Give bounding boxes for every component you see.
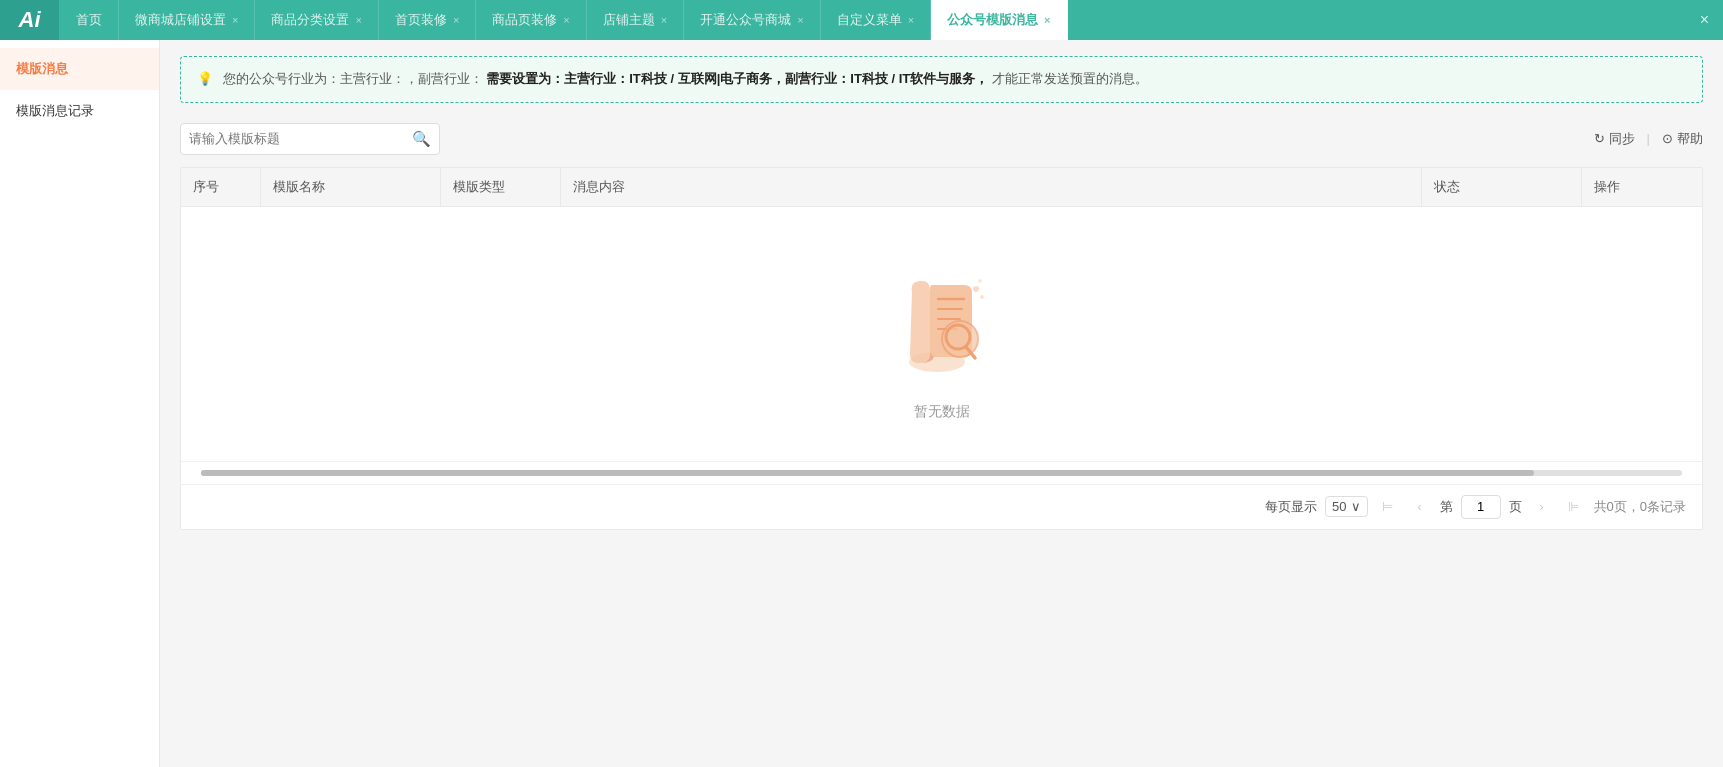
search-box[interactable]: 🔍 bbox=[180, 123, 440, 155]
toolbar-divider: | bbox=[1647, 131, 1650, 146]
scrollbar-track[interactable] bbox=[201, 470, 1682, 476]
content-area: 💡 您的公众号行业为：主营行业：，副营行业： 需要设置为：主营行业：IT科技 /… bbox=[160, 40, 1723, 767]
info-banner: 💡 您的公众号行业为：主营行业：，副营行业： 需要设置为：主营行业：IT科技 /… bbox=[180, 56, 1703, 103]
close-template-icon[interactable]: × bbox=[1044, 14, 1050, 26]
prev-page-button[interactable]: ‹ bbox=[1408, 495, 1432, 519]
toolbar-right: ↻ 同步 | ⊙ 帮助 bbox=[1594, 130, 1703, 148]
bulb-icon: 💡 bbox=[197, 71, 213, 86]
close-menu-icon[interactable]: × bbox=[908, 14, 914, 26]
nav-tab-mall[interactable]: 开通公众号商城 × bbox=[684, 0, 820, 40]
search-icon[interactable]: 🔍 bbox=[412, 130, 431, 148]
last-page-icon: ⊫ bbox=[1568, 499, 1579, 514]
table-container: 序号 模版名称 模版类型 消息内容 状态 操作 bbox=[180, 167, 1703, 530]
svg-point-8 bbox=[973, 286, 979, 292]
svg-point-10 bbox=[978, 279, 982, 283]
last-page-button[interactable]: ⊫ bbox=[1562, 495, 1586, 519]
scrollbar-row[interactable] bbox=[181, 461, 1702, 484]
col-content: 消息内容 bbox=[561, 168, 1422, 206]
sync-button[interactable]: ↻ 同步 bbox=[1594, 130, 1635, 148]
col-action: 操作 bbox=[1582, 168, 1702, 206]
page-number-input[interactable] bbox=[1461, 495, 1501, 519]
close-mall-icon[interactable]: × bbox=[797, 14, 803, 26]
prev-page-icon: ‹ bbox=[1417, 499, 1421, 514]
nav-tab-template[interactable]: 公众号模版消息 × bbox=[931, 0, 1067, 40]
top-nav: Ai 首页 微商城店铺设置 × 商品分类设置 × 首页装修 × 商品页装修 × … bbox=[0, 0, 1723, 40]
help-button[interactable]: ⊙ 帮助 bbox=[1662, 130, 1703, 148]
page-label: 第 bbox=[1440, 498, 1453, 516]
table-header: 序号 模版名称 模版类型 消息内容 状态 操作 bbox=[181, 168, 1702, 207]
svg-point-9 bbox=[980, 295, 984, 299]
first-page-icon: ⊨ bbox=[1382, 499, 1393, 514]
col-status: 状态 bbox=[1422, 168, 1582, 206]
first-page-button[interactable]: ⊨ bbox=[1376, 495, 1400, 519]
close-category-icon[interactable]: × bbox=[355, 14, 361, 26]
close-all-button[interactable]: × bbox=[1686, 11, 1723, 29]
main-layout: 模版消息 模版消息记录 💡 您的公众号行业为：主营行业：，副营行业： 需要设置为… bbox=[0, 40, 1723, 767]
nav-tab-menu[interactable]: 自定义菜单 × bbox=[821, 0, 931, 40]
next-page-icon: › bbox=[1539, 499, 1543, 514]
nav-tab-product[interactable]: 商品页装修 × bbox=[476, 0, 586, 40]
page-unit: 页 bbox=[1509, 498, 1522, 516]
sync-icon: ↻ bbox=[1594, 131, 1605, 146]
page-size-label: 每页显示 bbox=[1265, 498, 1317, 516]
search-input[interactable] bbox=[189, 131, 412, 146]
nav-tab-home[interactable]: 首页 bbox=[60, 0, 119, 40]
empty-state: 暂无数据 bbox=[181, 207, 1702, 461]
help-icon: ⊙ bbox=[1662, 131, 1673, 146]
sidebar-item-template-record[interactable]: 模版消息记录 bbox=[0, 90, 159, 132]
page-size-select[interactable]: 50 ∨ bbox=[1325, 496, 1367, 517]
nav-tab-category[interactable]: 商品分类设置 × bbox=[255, 0, 378, 40]
close-product-icon[interactable]: × bbox=[563, 14, 569, 26]
search-row: 🔍 ↻ 同步 | ⊙ 帮助 bbox=[180, 123, 1703, 155]
close-theme-icon[interactable]: × bbox=[661, 14, 667, 26]
nav-tab-homepage[interactable]: 首页装修 × bbox=[379, 0, 476, 40]
empty-text: 暂无数据 bbox=[914, 403, 970, 421]
sidebar: 模版消息 模版消息记录 bbox=[0, 40, 160, 767]
nav-tab-theme[interactable]: 店铺主题 × bbox=[587, 0, 684, 40]
app-brand: Ai bbox=[0, 0, 60, 40]
page-total: 共0页，0条记录 bbox=[1594, 498, 1686, 516]
scrollbar-thumb[interactable] bbox=[201, 470, 1534, 476]
nav-tab-wshop[interactable]: 微商城店铺设置 × bbox=[119, 0, 255, 40]
chevron-down-icon: ∨ bbox=[1351, 499, 1361, 514]
col-index: 序号 bbox=[181, 168, 261, 206]
sidebar-item-template-msg[interactable]: 模版消息 bbox=[0, 48, 159, 90]
next-page-button[interactable]: › bbox=[1530, 495, 1554, 519]
close-homepage-icon[interactable]: × bbox=[453, 14, 459, 26]
col-name: 模版名称 bbox=[261, 168, 441, 206]
col-type: 模版类型 bbox=[441, 168, 561, 206]
close-wshop-icon[interactable]: × bbox=[232, 14, 238, 26]
empty-illustration bbox=[882, 267, 1002, 387]
pagination: 每页显示 50 ∨ ⊨ ‹ 第 页 › ⊫ bbox=[181, 484, 1702, 529]
